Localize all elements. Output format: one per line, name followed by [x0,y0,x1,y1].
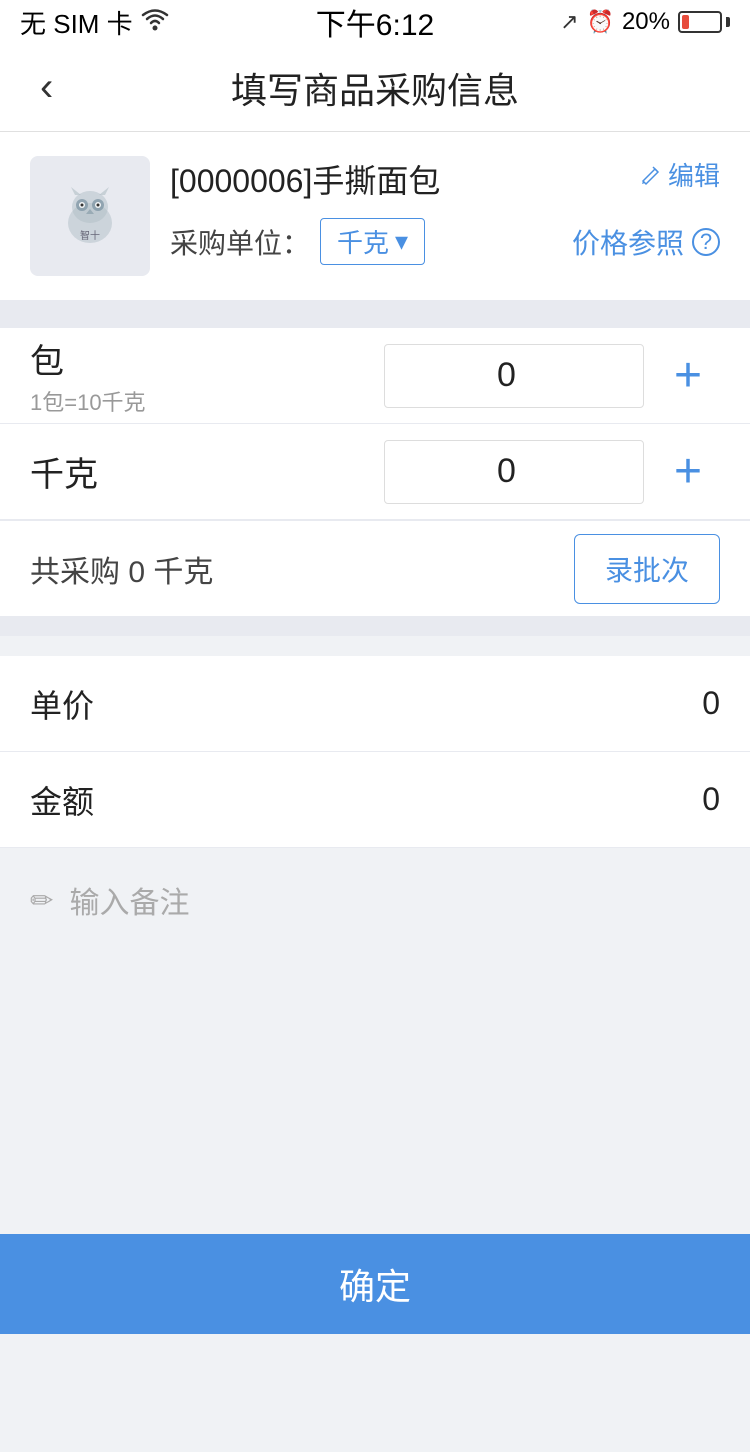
status-right: ↗ ⏰ 20% [560,8,730,36]
kg-label: 千克 [30,447,150,496]
svg-text:智十: 智十 [80,229,100,242]
price-ref-label: 价格参照 [572,222,684,262]
remark-input[interactable]: 输入备注 [69,878,189,922]
price-reference-button[interactable]: 价格参照 ? [572,222,720,262]
remark-section[interactable]: ✏ 输入备注 [0,848,750,952]
status-bar: 无 SIM 卡 下午6:12 ↗ ⏰ 20% [0,0,750,44]
alarm-icon: ⏰ [587,9,614,35]
pencil-icon: ✏ [30,884,53,917]
product-info: [0000006]手撕面包 编辑 采购单位： 千克 ▾ [170,156,720,265]
location-icon: ↗ [560,9,578,35]
price-section: 单价 0 金额 0 [0,656,750,848]
package-label: 包 [30,334,150,383]
product-title: 手撕面包 [312,163,440,199]
summary-row: 共采购 0 千克 录批次 [0,520,750,616]
kg-input[interactable] [384,440,644,504]
kg-plus-button[interactable]: + [656,440,720,504]
page-title: 填写商品采购信息 [231,62,519,114]
kg-row: 千克 + [0,424,750,520]
dropdown-icon: ▾ [395,226,408,257]
package-row: 包 1包=10千克 + [0,328,750,424]
edit-button[interactable]: 编辑 [640,156,720,193]
separator-2 [0,616,750,636]
status-left: 无 SIM 卡 [20,4,169,41]
help-icon: ? [692,228,720,256]
amount-label: 金额 [30,777,94,823]
summary-text: 共采购 0 千克 [30,547,213,591]
unit-price-value: 0 [702,685,720,722]
batch-button[interactable]: 录批次 [574,534,720,604]
package-plus-button[interactable]: + [656,344,720,408]
kg-plus-icon: + [674,444,702,499]
quantity-section: 包 1包=10千克 + 千克 + 共采购 0 [0,328,750,616]
product-id: [0000006] [170,163,312,199]
product-logo: 智十 [55,181,125,251]
product-card: 智十 [0000006]手撕面包 编辑 [0,132,750,308]
edit-label: 编辑 [668,156,720,193]
edit-icon [640,164,662,186]
unit-value: 千克 [337,223,389,260]
package-plus-icon: + [674,348,702,403]
amount-value: 0 [702,781,720,818]
nav-bar: ‹ 填写商品采购信息 [0,44,750,132]
unit-selector[interactable]: 采购单位： 千克 ▾ [170,218,425,265]
back-button[interactable]: ‹ [30,55,63,120]
unit-price-row: 单价 0 [0,656,750,752]
product-name: [0000006]手撕面包 [170,156,440,202]
package-input[interactable] [384,344,644,408]
product-image: 智十 [30,156,150,276]
unit-label-text: 采购单位： [170,222,310,262]
wifi-icon [141,7,169,38]
unit-badge[interactable]: 千克 ▾ [320,218,425,265]
battery-icon [678,11,730,33]
confirm-button[interactable]: 确定 [0,1234,750,1334]
battery-percentage: 20% [622,8,670,36]
sim-text: 无 SIM 卡 [20,4,133,41]
unit-price-label: 单价 [30,681,94,727]
separator-1 [0,308,750,328]
package-sub-label: 1包=10千克 [30,385,150,417]
status-time: 下午6:12 [316,0,434,44]
amount-row: 金额 0 [0,752,750,848]
